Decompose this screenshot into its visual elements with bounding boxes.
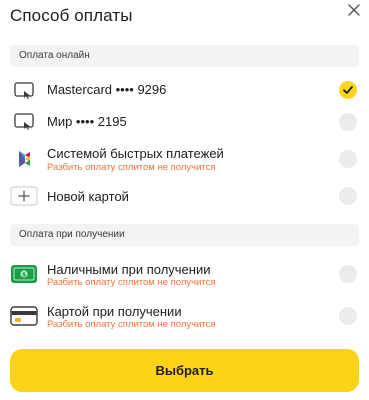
payment-method-label: Картой при получении: [47, 304, 182, 319]
select-button[interactable]: Выбрать: [10, 349, 359, 392]
payment-method-label: Системой быстрых платежей: [47, 146, 224, 161]
payment-method-label: Наличными при получении: [47, 262, 211, 277]
svg-text:$: $: [22, 271, 27, 279]
radio-unselected[interactable]: [339, 113, 357, 131]
section-label: Оплата онлайн: [19, 50, 90, 61]
payment-method-card-on-delivery[interactable]: Картой при получении Разбить оплату спли…: [10, 298, 359, 334]
close-icon[interactable]: [347, 3, 361, 17]
radio-selected[interactable]: [339, 81, 357, 99]
radio-unselected[interactable]: [339, 265, 357, 283]
sbp-icon: [10, 148, 38, 170]
payment-method-new-card[interactable]: Новой картой: [10, 178, 359, 214]
plus-icon: [10, 185, 38, 207]
radio-unselected[interactable]: [339, 150, 357, 168]
payment-method-sbp[interactable]: Системой быстрых платежей Разбить оплату…: [10, 140, 359, 176]
split-warning: Разбить оплату сплитом не получится: [47, 319, 216, 330]
cash-icon: $: [10, 263, 38, 285]
payment-method-label: Мир •••• 2195: [47, 114, 127, 129]
page-title: Способ оплаты: [10, 6, 133, 25]
section-payment-on-delivery: Оплата при получении: [10, 224, 359, 246]
radio-unselected[interactable]: [339, 307, 357, 325]
payment-method-cash[interactable]: $ Наличными при получении Разбить оплату…: [10, 256, 359, 292]
split-warning: Разбить оплату сплитом не получится: [47, 277, 216, 288]
bank-card-icon: [10, 305, 38, 327]
card-icon: [10, 110, 38, 132]
payment-method-label: Mastercard •••• 9296: [47, 82, 167, 97]
payment-method-label: Новой картой: [47, 189, 129, 204]
section-online-payment: Оплата онлайн: [10, 45, 359, 67]
payment-method-mir[interactable]: Мир •••• 2195: [10, 104, 359, 140]
select-button-label: Выбрать: [155, 363, 214, 378]
card-icon: [10, 79, 38, 101]
split-warning: Разбить оплату сплитом не получится: [47, 162, 216, 173]
radio-unselected[interactable]: [339, 187, 357, 205]
section-label: Оплата при получении: [19, 229, 125, 240]
